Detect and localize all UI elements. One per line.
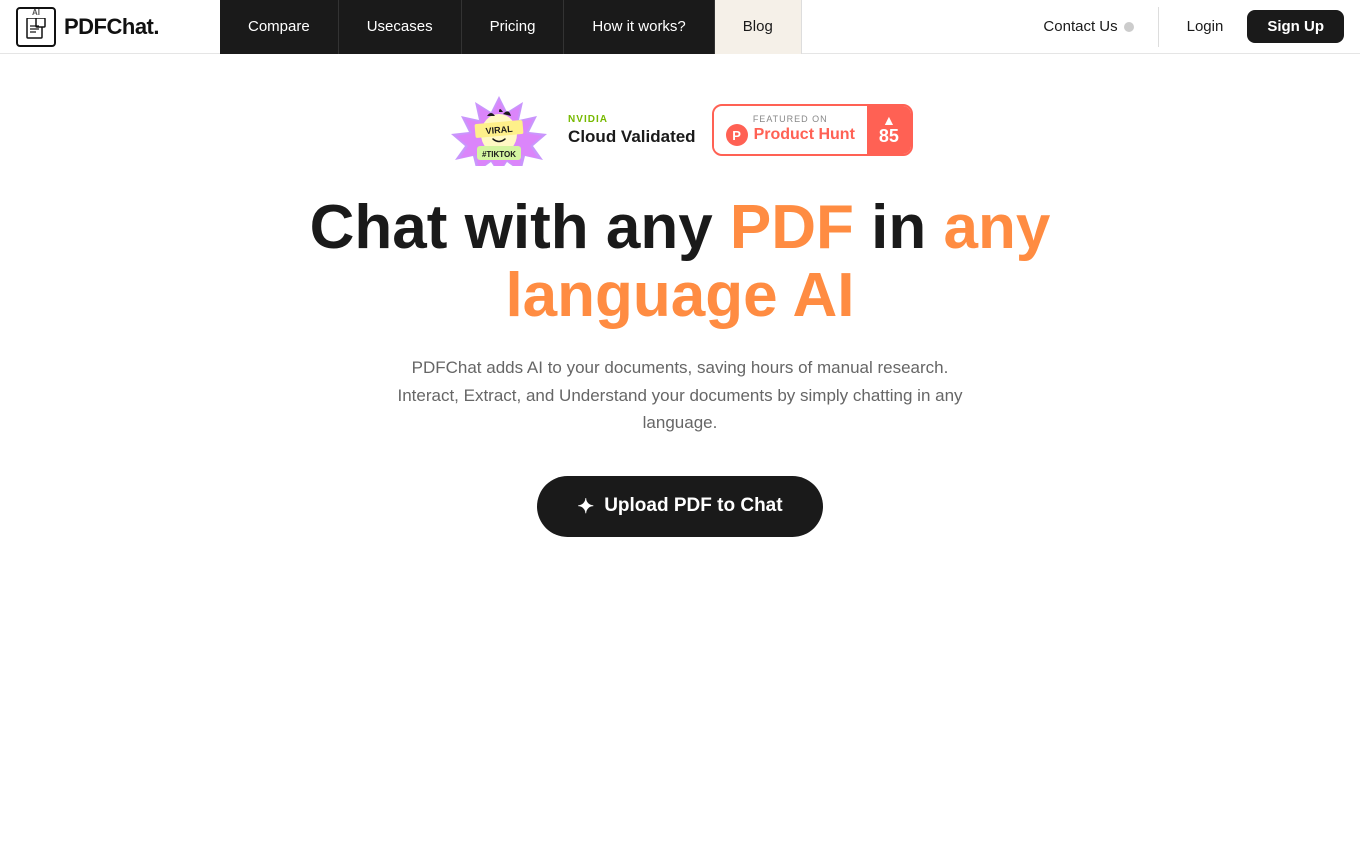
nav-menu: Compare Usecases Pricing How it works? B… <box>220 0 1015 54</box>
viral-badge-svg: #TIKTOK VIRAL <box>447 94 552 166</box>
contact-us-label: Contact Us <box>1043 18 1117 35</box>
ph-name-label: Product Hunt <box>754 126 855 144</box>
product-hunt-badge[interactable]: FEATURED ON P Product Hunt ▲ 85 <box>712 104 913 156</box>
nvidia-badge: NVIDIA Cloud Validated <box>568 114 696 147</box>
ph-featured-label: FEATURED ON <box>753 114 828 124</box>
ph-count: 85 <box>879 127 899 147</box>
navbar: AI PDFChat. Compare Usecases Pricing How… <box>0 0 1360 54</box>
nvidia-label: NVIDIA <box>568 114 608 125</box>
headline-part1: Chat with any <box>310 193 730 262</box>
ph-badge-right: ▲ 85 <box>867 106 911 154</box>
logo-text: PDFChat. <box>64 14 159 40</box>
nav-item-usecases[interactable]: Usecases <box>339 0 462 54</box>
headline-pdf: PDF <box>730 193 854 262</box>
nav-divider <box>1158 7 1159 47</box>
nav-item-pricing[interactable]: Pricing <box>462 0 565 54</box>
ph-logo-row: P Product Hunt <box>726 124 855 146</box>
logo-icon: AI <box>16 7 56 47</box>
viral-badge: #TIKTOK VIRAL <box>447 94 552 166</box>
hero-subheadline: PDFChat adds AI to your documents, savin… <box>380 354 980 436</box>
hero-headline: Chat with any PDF in any language AI <box>230 194 1130 330</box>
hero-section: #TIKTOK VIRAL NVIDIA Cloud Validated FEA… <box>0 54 1360 597</box>
ph-logo-circle: P <box>726 124 748 146</box>
nav-item-compare[interactable]: Compare <box>220 0 339 54</box>
nav-item-blog[interactable]: Blog <box>715 0 802 54</box>
cloud-validated-label: Cloud Validated <box>568 127 696 147</box>
logo[interactable]: AI PDFChat. <box>0 7 220 47</box>
contact-us-link[interactable]: Contact Us <box>1031 12 1145 41</box>
headline-part2: in <box>854 193 944 262</box>
ph-upvote-arrow: ▲ <box>882 113 896 127</box>
logo-pdf-icon <box>25 18 47 44</box>
ph-badge-left: FEATURED ON P Product Hunt <box>714 108 867 152</box>
cta-label: Upload PDF to Chat <box>604 495 782 517</box>
signup-button[interactable]: Sign Up <box>1247 10 1344 43</box>
contact-dot-icon <box>1124 22 1134 32</box>
sparkle-icon: ✦ <box>577 494 594 519</box>
upload-pdf-button[interactable]: ✦ Upload PDF to Chat <box>537 476 822 537</box>
login-button[interactable]: Login <box>1171 12 1240 41</box>
badges-row: #TIKTOK VIRAL NVIDIA Cloud Validated FEA… <box>447 94 913 166</box>
nav-item-how-it-works[interactable]: How it works? <box>564 0 714 54</box>
nav-right: Contact Us Login Sign Up <box>1015 7 1360 47</box>
svg-text:#TIKTOK: #TIKTOK <box>482 150 516 159</box>
